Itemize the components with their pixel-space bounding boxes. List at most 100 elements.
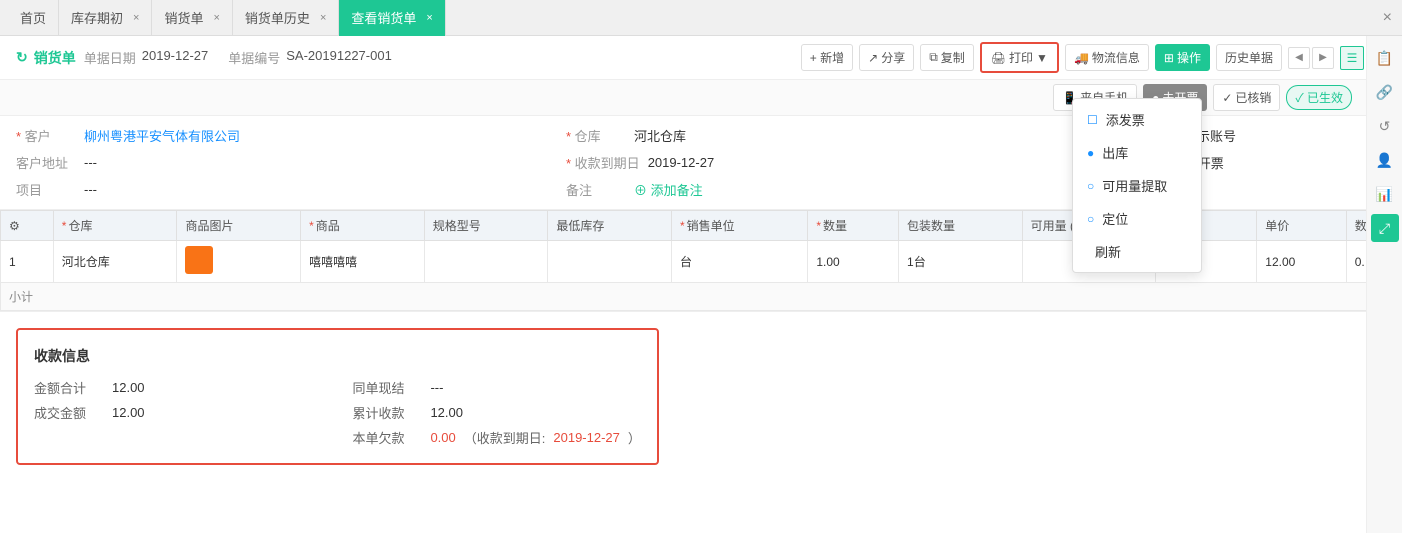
refresh-label: 刷新 bbox=[1095, 242, 1121, 261]
same-settlement-label: 同单现结 bbox=[352, 378, 422, 397]
tab-home[interactable]: 首页 bbox=[8, 0, 59, 36]
transaction-row: 成交金额 12.00 bbox=[34, 403, 322, 422]
transaction-label: 成交金额 bbox=[34, 403, 104, 422]
main-content: ↻ 销货单 单据日期 2019-12-27 单据编号 SA-20191227-0… bbox=[0, 36, 1402, 533]
right-sidebar: 📋 🔗 ↺ 👤 📊 ⤢ bbox=[1366, 36, 1402, 533]
col-min-stock: 最低库存 bbox=[548, 211, 672, 241]
tab-sales-history[interactable]: 销货单历史 × bbox=[233, 0, 339, 36]
close-tab-sales[interactable]: × bbox=[213, 12, 219, 24]
tab-sales-order[interactable]: 销货单 × bbox=[152, 0, 232, 36]
address-value: --- bbox=[84, 155, 97, 170]
row-min-stock bbox=[548, 241, 672, 283]
tab-inventory-init[interactable]: 库存期初 × bbox=[59, 0, 152, 36]
subtotal-label: 小计 bbox=[1, 283, 1402, 311]
add-invoice-item[interactable]: ☐ 添发票 bbox=[1073, 103, 1201, 136]
col-image: 商品图片 bbox=[177, 211, 301, 241]
doc-icon: ↻ bbox=[16, 49, 28, 66]
prev-button[interactable]: ◀ bbox=[1288, 47, 1310, 69]
customer-field: 客户 柳州粤港平安气体有限公司 bbox=[16, 126, 556, 145]
effective-badge: ✓ 已生效 bbox=[1286, 85, 1352, 110]
total-value: 12.00 bbox=[112, 380, 145, 395]
print-button[interactable]: 🖨 打印 ▼ bbox=[983, 45, 1056, 70]
close-tab-inventory[interactable]: × bbox=[133, 12, 139, 24]
new-button[interactable]: + 新增 bbox=[801, 44, 853, 71]
sidebar-refresh-icon[interactable]: ↺ bbox=[1371, 112, 1399, 140]
available-qty-item[interactable]: ○ 可用量提取 bbox=[1073, 169, 1201, 202]
operations-button[interactable]: ⊞ 操作 bbox=[1155, 44, 1210, 71]
product-image bbox=[185, 246, 213, 274]
location-item[interactable]: ○ 定位 bbox=[1073, 202, 1201, 235]
nav-arrows: ◀ ▶ bbox=[1288, 47, 1334, 69]
sidebar-chart-icon[interactable]: 📊 bbox=[1371, 180, 1399, 208]
document-type-label: ↻ 销货单 bbox=[16, 48, 76, 68]
customer-value[interactable]: 柳州粤港平安气体有限公司 bbox=[84, 126, 240, 145]
print-icon: 🖨 bbox=[991, 51, 1006, 65]
row-spec bbox=[424, 241, 548, 283]
col-settings[interactable]: ⚙ bbox=[1, 211, 54, 241]
project-field: 项目 --- bbox=[16, 180, 556, 199]
settings-icon[interactable]: ⚙ bbox=[9, 219, 20, 233]
share-button[interactable]: ↗ 分享 bbox=[859, 44, 914, 71]
close-tab-view[interactable]: × bbox=[426, 12, 432, 24]
share-icon: ↗ bbox=[868, 51, 878, 65]
subtotal-row: 小计 bbox=[1, 283, 1402, 311]
checkbox-icon: ☐ bbox=[1087, 113, 1098, 127]
outbound-item[interactable]: ● 出库 bbox=[1073, 136, 1201, 169]
add-invoice-label: 添发票 bbox=[1106, 110, 1145, 129]
doc-date: 单据日期 2019-12-27 bbox=[84, 48, 209, 67]
outbound-label: 出库 bbox=[1102, 143, 1128, 162]
close-tab-history[interactable]: × bbox=[320, 12, 326, 24]
col-product: *商品 bbox=[301, 211, 425, 241]
print-dropdown-icon[interactable]: ▼ bbox=[1036, 51, 1048, 65]
same-settlement-row: 同单现结 --- bbox=[352, 378, 640, 397]
address-field: 客户地址 --- bbox=[16, 153, 556, 172]
sidebar-user-icon[interactable]: 👤 bbox=[1371, 146, 1399, 174]
col-spec: 规格型号 bbox=[424, 211, 548, 241]
row-warehouse: 河北仓库 bbox=[53, 241, 177, 283]
sidebar-expand-icon[interactable]: ⤢ bbox=[1371, 214, 1399, 242]
window-close-button[interactable]: × bbox=[1383, 9, 1392, 27]
radio-icon: ○ bbox=[1087, 179, 1094, 193]
tab-bar: 首页 库存期初 × 销货单 × 销货单历史 × 查看销货单 × × bbox=[0, 0, 1402, 36]
warehouse-field: 仓库 河北仓库 bbox=[566, 126, 1106, 145]
check-icon: ✓ bbox=[1222, 91, 1232, 105]
sidebar-link-icon[interactable]: 🔗 bbox=[1371, 78, 1399, 106]
payment-section: 收款信息 金额合计 12.00 同单现结 --- 成交金额 12.00 bbox=[0, 312, 1402, 481]
doc-number: 单据编号 SA-20191227-001 bbox=[228, 48, 392, 67]
print-area: 🖨 打印 ▼ bbox=[980, 42, 1059, 73]
total-amount-row: 金额合计 12.00 bbox=[34, 378, 322, 397]
list-view-button[interactable]: ☰ bbox=[1340, 46, 1364, 70]
tab-view-sales[interactable]: 查看销货单 × bbox=[339, 0, 445, 36]
document-toolbar: + 新增 ↗ 分享 ⧉ 复制 🖨 打印 ▼ 🚚 bbox=[801, 42, 1390, 73]
due-date-note: （收款到期日: bbox=[464, 428, 546, 447]
row-pack-qty: 1台 bbox=[899, 241, 1023, 283]
payment-info-title: 收款信息 bbox=[34, 346, 641, 366]
col-unit: *销售单位 bbox=[672, 211, 808, 241]
radio-selected-icon: ● bbox=[1087, 146, 1094, 160]
location-icon: ○ bbox=[1087, 212, 1094, 226]
add-note-btn[interactable]: ⊕ 添加备注 bbox=[634, 180, 703, 199]
total-label: 金额合计 bbox=[34, 378, 104, 397]
col-qty: *数量 bbox=[808, 211, 899, 241]
row-qty: 1.00 bbox=[808, 241, 899, 283]
copy-button[interactable]: ⧉ 复制 bbox=[920, 44, 974, 71]
col-price: 单价 bbox=[1257, 211, 1346, 241]
logistics-button[interactable]: 🚚 物流信息 bbox=[1065, 44, 1149, 71]
col-pack-qty: 包装数量 bbox=[899, 211, 1023, 241]
payment-info-box: 收款信息 金额合计 12.00 同单现结 --- 成交金额 12.00 bbox=[16, 328, 659, 465]
grid-icon: ⊞ bbox=[1164, 51, 1174, 65]
truck-icon: 🚚 bbox=[1074, 51, 1089, 65]
history-button[interactable]: 历史单据 bbox=[1216, 44, 1282, 71]
payment-due-date: 2019-12-27 bbox=[553, 430, 620, 445]
same-settlement-value: --- bbox=[430, 380, 443, 395]
next-button[interactable]: ▶ bbox=[1312, 47, 1334, 69]
warehouse-value: 河北仓库 bbox=[634, 126, 686, 145]
due-date-field: 收款到期日 2019-12-27 bbox=[566, 153, 1106, 172]
copy-icon: ⧉ bbox=[929, 50, 938, 65]
due-date-value: 2019-12-27 bbox=[648, 155, 715, 170]
refresh-item[interactable]: 刷新 bbox=[1073, 235, 1201, 268]
project-value: --- bbox=[84, 182, 97, 197]
location-label: 定位 bbox=[1102, 209, 1128, 228]
check-done-button[interactable]: ✓ 已核销 bbox=[1213, 84, 1280, 111]
sidebar-doc-icon[interactable]: 📋 bbox=[1371, 44, 1399, 72]
